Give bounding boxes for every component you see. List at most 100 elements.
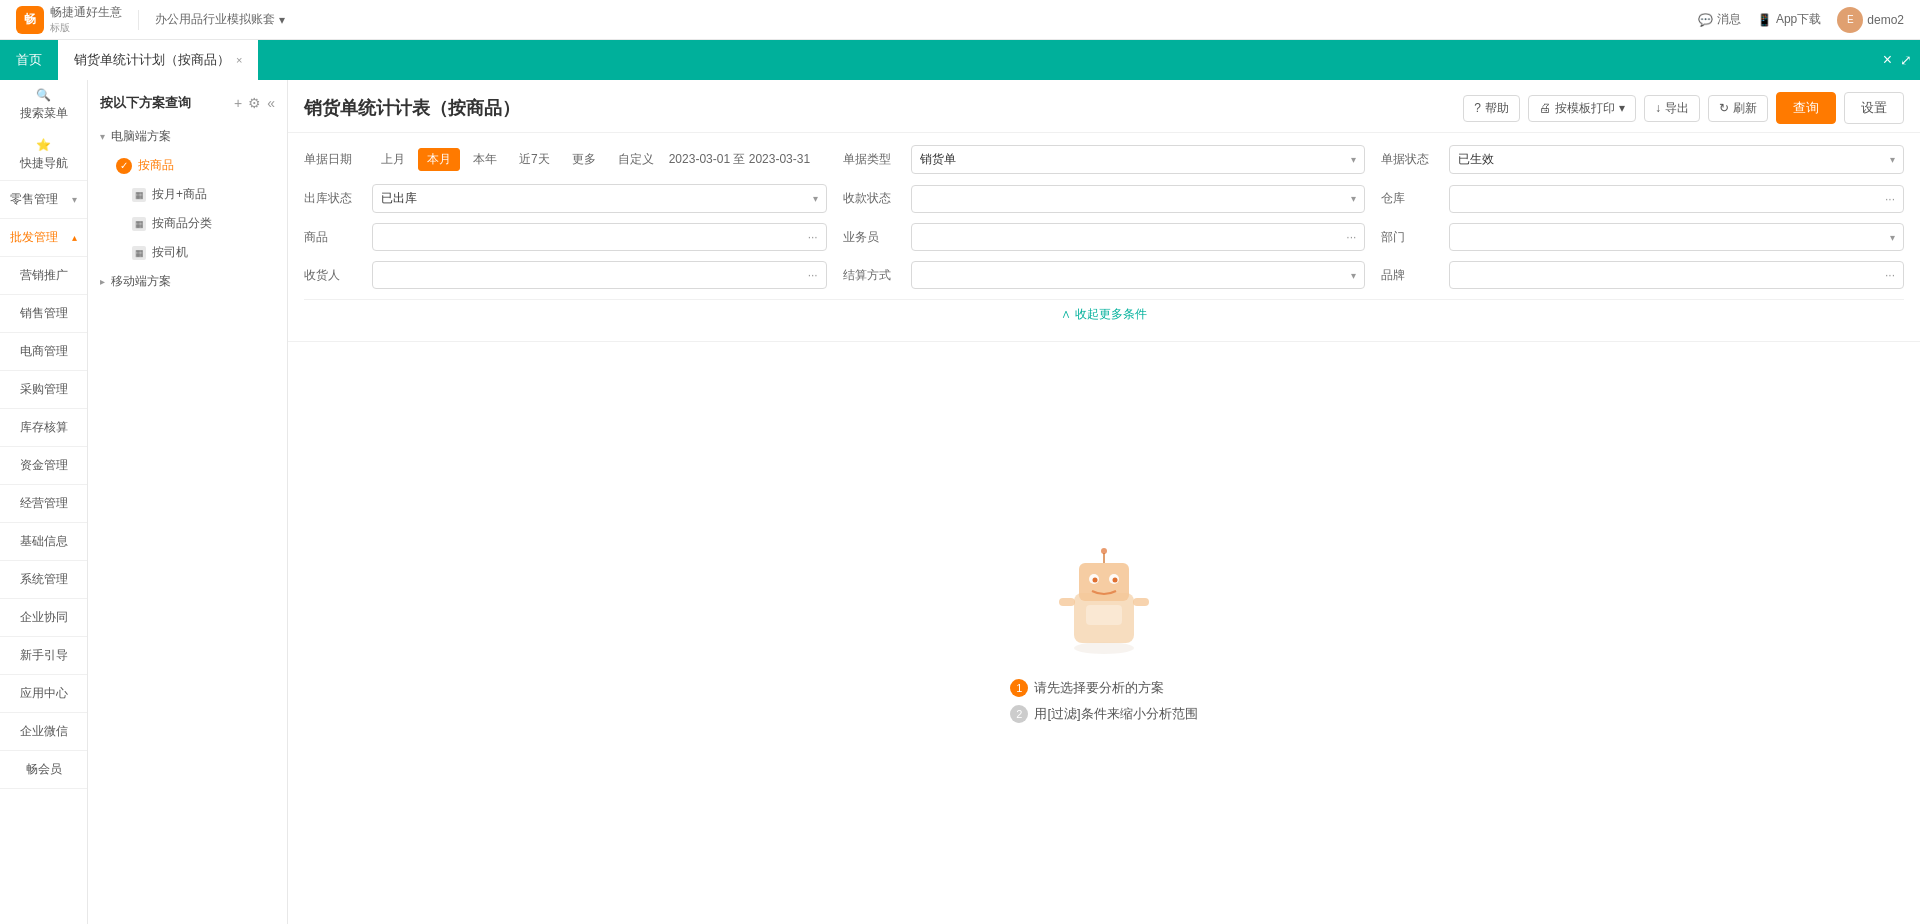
date-quick-buttons: 上月 本月 本年 近7天 更多 自定义 xyxy=(372,148,663,171)
sidebar-item-basic[interactable]: 基础信息 xyxy=(0,523,87,561)
date-btn-this-month[interactable]: 本月 xyxy=(418,148,460,171)
doc-status-select[interactable]: 已生效 ▾ xyxy=(1449,145,1904,174)
dots-icon[interactable]: ··· xyxy=(808,268,818,282)
tree-item-by-month-goods[interactable]: ▦ 按月+商品 xyxy=(88,180,287,209)
collapse-panel-button[interactable]: « xyxy=(267,95,275,111)
date-range-display: 2023-03-01 至 2023-03-31 xyxy=(669,151,810,168)
dept-select[interactable]: ▾ xyxy=(1449,223,1904,251)
tree-group-pc-header[interactable]: ▾ 电脑端方案 xyxy=(88,122,287,151)
sidebar-item-system[interactable]: 系统管理 xyxy=(0,561,87,599)
logo-text: 畅捷通好生意 标版 xyxy=(50,4,122,35)
date-btn-last-month[interactable]: 上月 xyxy=(372,148,414,171)
print-icon: 🖨 xyxy=(1539,101,1551,115)
maximize-window-icon[interactable]: ⤢ xyxy=(1900,52,1912,68)
select-arrow-icon: ▾ xyxy=(1890,154,1895,165)
sidebar-item-member[interactable]: 畅会员 xyxy=(0,751,87,789)
refresh-icon: ↻ xyxy=(1719,101,1729,115)
sidebar-item-marketing[interactable]: 营销推广 xyxy=(0,257,87,295)
sidebar-item-retail[interactable]: 零售管理 ▾ xyxy=(0,181,87,219)
chevron-right-icon: ▾ xyxy=(72,194,77,205)
top-bar-right: 💬 消息 📱 App下载 E demo2 xyxy=(1698,7,1904,33)
dots-icon[interactable]: ··· xyxy=(1885,268,1895,282)
filter-item-payment-status: 收款状态 ▾ xyxy=(843,185,1366,213)
filter-tree: ▾ 电脑端方案 ✓ 按商品 ▦ 按月+商品 ▦ 按商品分类 xyxy=(88,118,287,300)
filter-row-2: 出库状态 已出库 ▾ 收款状态 ▾ 仓库 xyxy=(304,184,1904,213)
export-button[interactable]: ↓ 导出 xyxy=(1644,95,1700,122)
dots-icon[interactable]: ··· xyxy=(1346,230,1356,244)
sidebar-item-guide[interactable]: 新手引导 xyxy=(0,637,87,675)
filter-panel-actions: + ⚙ « xyxy=(234,95,275,111)
refresh-button[interactable]: ↻ 刷新 xyxy=(1708,95,1768,122)
brand-input[interactable]: ··· xyxy=(1449,261,1904,289)
sidebar-item-sales[interactable]: 销售管理 xyxy=(0,295,87,333)
top-bar-left: 畅 畅捷通好生意 标版 办公用品行业模拟账套 ▾ xyxy=(16,4,285,35)
sidebar-item-search[interactable]: 🔍 搜索菜单 xyxy=(0,80,87,130)
sidebar-item-ecommerce[interactable]: 电商管理 xyxy=(0,333,87,371)
help-button[interactable]: ? 帮助 xyxy=(1463,95,1520,122)
warehouse-input[interactable]: ··· xyxy=(1449,185,1904,213)
receiver-input[interactable]: ··· xyxy=(372,261,827,289)
logo-icon: 畅 xyxy=(16,6,44,34)
sidebar-item-purchase[interactable]: 采购管理 xyxy=(0,371,87,409)
download-icon: 📱 xyxy=(1757,13,1772,27)
staff-input[interactable]: ··· xyxy=(911,223,1366,251)
messages-button[interactable]: 💬 消息 xyxy=(1698,11,1741,28)
filter-item-warehouse-status: 出库状态 已出库 ▾ xyxy=(304,184,827,213)
setting-scheme-button[interactable]: ⚙ xyxy=(248,95,261,111)
sidebar-item-operation[interactable]: 经营管理 xyxy=(0,485,87,523)
tree-item-by-goods[interactable]: ✓ 按商品 xyxy=(88,151,287,180)
collapse-more-conditions-button[interactable]: ∧ 收起更多条件 xyxy=(304,299,1904,329)
tab-active[interactable]: 销货单统计计划（按商品） × xyxy=(58,40,258,80)
sidebar-item-enterprise[interactable]: 企业协同 xyxy=(0,599,87,637)
goods-input[interactable]: ··· xyxy=(372,223,827,251)
tree-group-mobile-header[interactable]: ▸ 移动端方案 xyxy=(88,267,287,296)
payment-status-select[interactable]: ▾ xyxy=(911,185,1366,213)
empty-message-1: 1 请先选择要分析的方案 xyxy=(1010,679,1197,697)
scheme-icon: ▦ xyxy=(132,246,146,260)
filter-item-brand: 品牌 ··· xyxy=(1381,261,1904,289)
filter-item-goods: 商品 ··· xyxy=(304,223,827,251)
warehouse-status-select[interactable]: 已出库 ▾ xyxy=(372,184,827,213)
payment-method-select[interactable]: ▾ xyxy=(911,261,1366,289)
empty-message-2: 2 用[过滤]条件来缩小分析范围 xyxy=(1010,705,1197,723)
print-button[interactable]: 🖨 按模板打印 ▾ xyxy=(1528,95,1636,122)
app-download-button[interactable]: 📱 App下载 xyxy=(1757,11,1821,28)
divider xyxy=(138,10,139,30)
date-btn-more[interactable]: 更多 xyxy=(563,148,605,171)
sidebar-item-wechat[interactable]: 企业微信 xyxy=(0,713,87,751)
sidebar-item-wholesale[interactable]: 批发管理 ▴ xyxy=(0,219,87,257)
industry-selector[interactable]: 办公用品行业模拟账套 ▾ xyxy=(155,11,285,28)
empty-illustration xyxy=(1044,543,1164,663)
user-menu[interactable]: E demo2 xyxy=(1837,7,1904,33)
filter-panel-header: 按以下方案查询 + ⚙ « xyxy=(88,88,287,118)
page-header: 销货单统计计表（按商品） ? 帮助 🖨 按模板打印 ▾ ↓ 导出 xyxy=(288,80,1920,133)
svg-point-5 xyxy=(1093,578,1098,583)
filter-item-receiver: 收货人 ··· xyxy=(304,261,827,289)
svg-rect-2 xyxy=(1079,563,1129,601)
date-btn-last-7[interactable]: 近7天 xyxy=(510,148,559,171)
close-window-icon[interactable]: × xyxy=(1883,51,1892,69)
dots-icon[interactable]: ··· xyxy=(808,230,818,244)
sidebar-item-inventory[interactable]: 库存核算 xyxy=(0,409,87,447)
sidebar-item-appstore[interactable]: 应用中心 xyxy=(0,675,87,713)
help-icon: ? xyxy=(1474,101,1481,115)
setting-button[interactable]: 设置 xyxy=(1844,92,1904,124)
tab-home[interactable]: 首页 xyxy=(0,40,58,80)
filter-row-3: 商品 ··· 业务员 ··· 部门 xyxy=(304,223,1904,251)
date-btn-this-year[interactable]: 本年 xyxy=(464,148,506,171)
sidebar-item-quicknav[interactable]: ⭐ 快捷导航 xyxy=(0,130,87,181)
main-content: 销货单统计计表（按商品） ? 帮助 🖨 按模板打印 ▾ ↓ 导出 xyxy=(288,80,1920,924)
query-button[interactable]: 查询 xyxy=(1776,92,1836,124)
date-btn-custom[interactable]: 自定义 xyxy=(609,148,663,171)
filter-item-date: 单据日期 上月 本月 本年 近7天 更多 自定义 2023-03-01 至 20… xyxy=(304,148,827,171)
doc-type-select[interactable]: 销货单 ▾ xyxy=(911,145,1366,174)
filter-panel: 按以下方案查询 + ⚙ « ▾ 电脑端方案 ✓ 按商品 xyxy=(88,80,288,924)
tree-item-by-cashier[interactable]: ▦ 按司机 xyxy=(88,238,287,267)
scheme-icon: ▦ xyxy=(132,188,146,202)
dots-icon[interactable]: ··· xyxy=(1885,192,1895,206)
tab-close-icon[interactable]: × xyxy=(236,54,242,66)
tree-item-by-goods-category[interactable]: ▦ 按商品分类 xyxy=(88,209,287,238)
add-scheme-button[interactable]: + xyxy=(234,95,242,111)
tab-bar: 首页 销货单统计计划（按商品） × × ⤢ xyxy=(0,40,1920,80)
sidebar-item-finance[interactable]: 资金管理 xyxy=(0,447,87,485)
